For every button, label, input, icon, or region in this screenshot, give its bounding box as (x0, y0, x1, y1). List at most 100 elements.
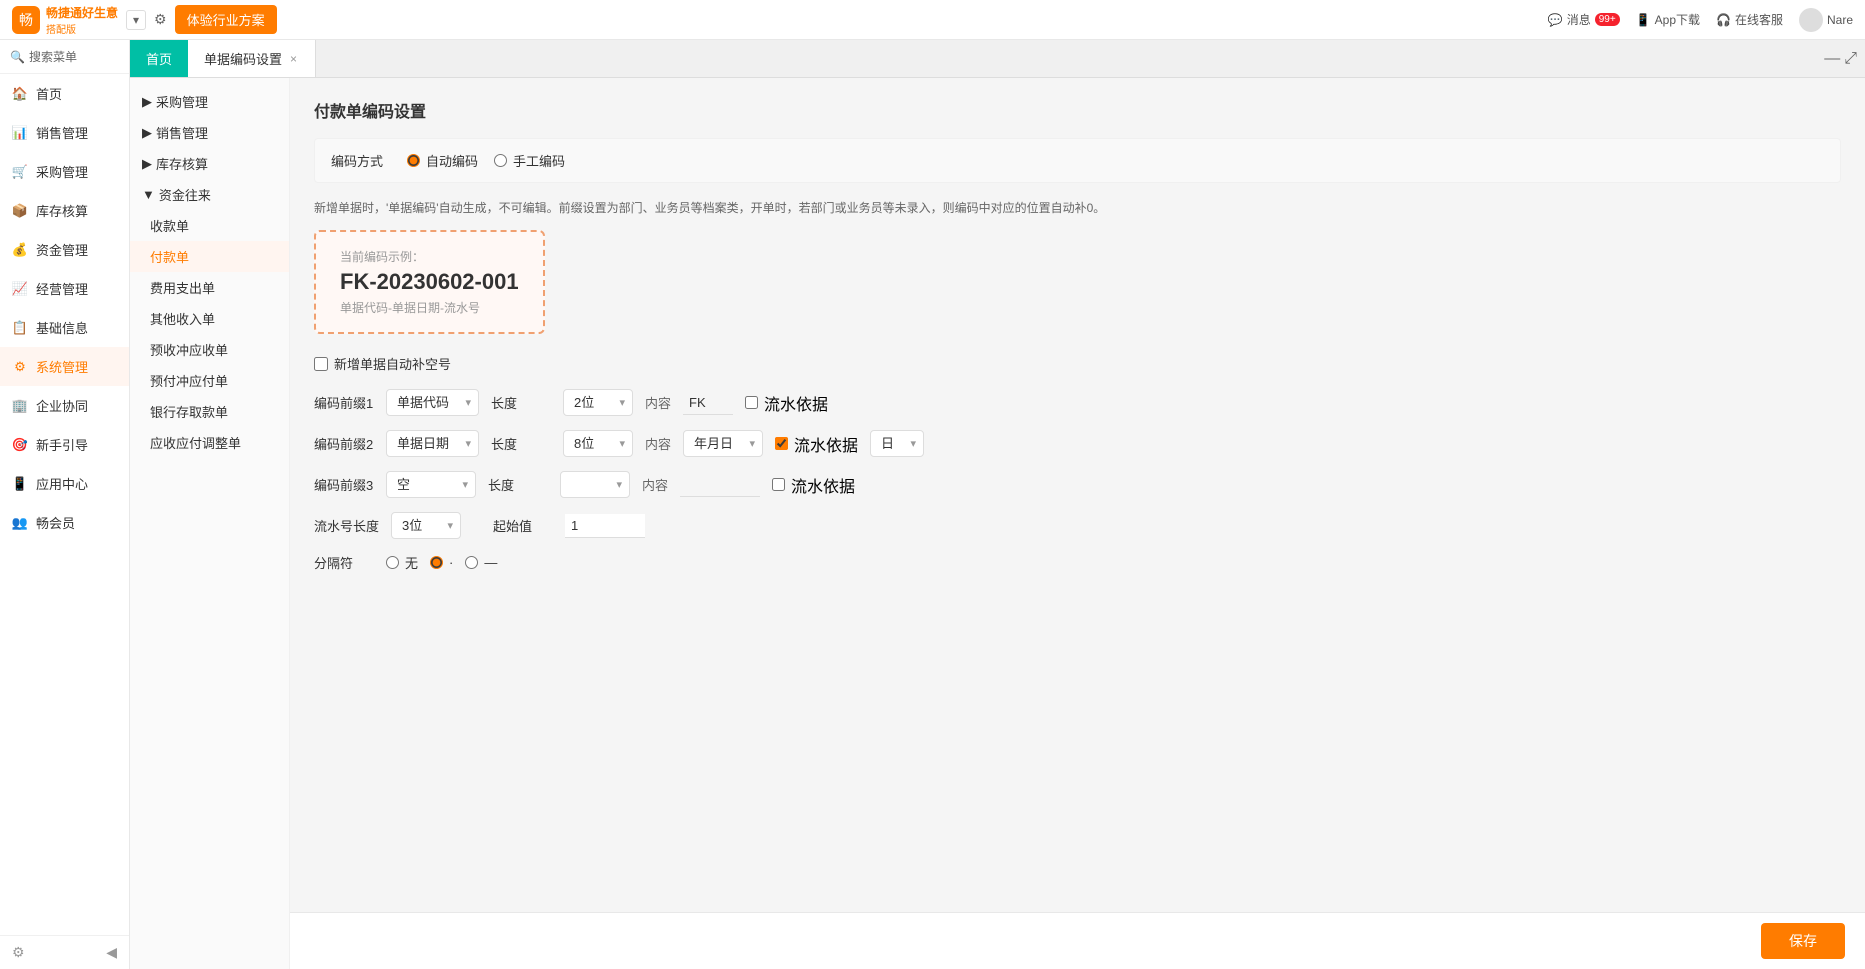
enterprise-icon: 🏢 (12, 398, 28, 414)
prefix2-select-wrapper: 单据日期 (386, 430, 479, 457)
start-value-input[interactable] (565, 514, 645, 538)
auto-code-radio[interactable] (407, 154, 420, 167)
prefix3-select-wrapper: 空 (386, 471, 476, 498)
prefix1-label: 编码前缀1 (314, 393, 374, 412)
message-button[interactable]: 💬 消息 99+ (1548, 11, 1620, 28)
prefix2-period-select[interactable]: 日 (870, 430, 924, 457)
finance-icon: 💰 (12, 242, 28, 258)
prefix3-select[interactable]: 空 (386, 471, 476, 498)
prefix-row-3: 编码前缀3 空 长度 内容 (314, 471, 1841, 498)
sidebar-item-home[interactable]: 🏠 首页 (0, 74, 129, 113)
sidebar-search[interactable]: 🔍 搜索菜单 (0, 40, 129, 74)
tab-minimize-button[interactable]: — (1824, 50, 1840, 68)
sidebar-item-operations[interactable]: 📈 经营管理 (0, 269, 129, 308)
page-inner: ▶ 采购管理 ▶ 销售管理 ▶ 库存核算 ▼ 资金往来 收款单 (130, 78, 1865, 969)
sep-none-radio[interactable] (386, 556, 399, 569)
subnav-group-inventory[interactable]: ▶ 库存核算 (130, 148, 289, 179)
prefix2-flowing-check[interactable]: 流水依据 (775, 432, 858, 456)
auto-fill-checkbox[interactable] (314, 357, 328, 371)
subnav-item-other-income[interactable]: 其他收入单 (130, 303, 289, 334)
prefix1-flowing-checkbox[interactable] (745, 396, 758, 409)
online-service-button[interactable]: 🎧 在线客服 (1716, 11, 1783, 28)
system-icon: ⚙ (12, 359, 28, 375)
subnav-item-expenses[interactable]: 费用支出单 (130, 272, 289, 303)
sidebar-item-purchase[interactable]: 🛒 采购管理 (0, 152, 129, 191)
prefix2-length-select[interactable]: 8位 (563, 430, 633, 457)
subnav-item-bank[interactable]: 银行存取款单 (130, 396, 289, 427)
prefix2-length-wrapper: 8位 (563, 430, 633, 457)
subnav-group-capital[interactable]: ▼ 资金往来 (130, 179, 289, 210)
serial-length-select[interactable]: 3位 (391, 512, 461, 539)
prefix2-content-select[interactable]: 年月日 (683, 430, 763, 457)
tab-close-button[interactable]: × (288, 52, 299, 66)
sidebar-collapse-button[interactable]: ◀ (106, 944, 117, 961)
sep-dash-option[interactable]: — (465, 555, 497, 570)
chevron-button[interactable]: ▾ (126, 10, 146, 30)
sidebar-item-newbie[interactable]: 🎯 新手引导 (0, 425, 129, 464)
sidebar-item-member[interactable]: 👥 畅会员 (0, 503, 129, 542)
home-icon: 🏠 (12, 86, 28, 102)
top-bar-right: 💬 消息 99+ 📱 App下载 🎧 在线客服 Nare (1548, 8, 1853, 32)
manual-code-radio[interactable] (494, 154, 507, 167)
subnav-item-prepayment-offset[interactable]: 预付冲应付单 (130, 365, 289, 396)
logo-area: 畅 畅捷通好生意 搭配版 (12, 4, 118, 36)
prefix3-flowing-checkbox[interactable] (772, 478, 785, 491)
prefix2-length-label: 长度 (491, 434, 551, 453)
subnav-group-sales[interactable]: ▶ 销售管理 (130, 117, 289, 148)
prefix2-label: 编码前缀2 (314, 434, 374, 453)
settings-button[interactable]: ⚙ (154, 11, 167, 28)
tab-home[interactable]: 首页 (130, 40, 188, 77)
prefix1-flowing-check[interactable]: 流水依据 (745, 391, 828, 415)
sidebar-item-enterprise[interactable]: 🏢 企业协同 (0, 386, 129, 425)
info-text: 新增单据时，'单据编码'自动生成，不可编辑。前缀设置为部门、业务员等档案类，开单… (314, 199, 1841, 218)
user-menu[interactable]: Nare (1799, 8, 1853, 32)
prefix1-select-wrapper: 单据代码 (386, 389, 479, 416)
tab-document-code-settings[interactable]: 单据编码设置 × (188, 40, 316, 77)
sidebar-item-system[interactable]: ⚙ 系统管理 (0, 347, 129, 386)
auto-code-option[interactable]: 自动编码 (407, 151, 478, 170)
prefix2-select[interactable]: 单据日期 (386, 430, 479, 457)
app-download-button[interactable]: 📱 App下载 (1636, 11, 1700, 28)
prefix2-period-wrapper: 日 (870, 430, 924, 457)
subnav-item-adjustment[interactable]: 应收应付调整单 (130, 427, 289, 458)
tab-expand-button[interactable]: ⤢ (1844, 50, 1857, 68)
basic-icon: 📋 (12, 320, 28, 336)
prefix1-length-wrapper: 2位 (563, 389, 633, 416)
prefix-row-2: 编码前缀2 单据日期 长度 8位 内容 (314, 430, 1841, 457)
prefix1-length-label: 长度 (491, 393, 551, 412)
bottom-bar: 保存 (290, 912, 1865, 969)
prefix3-flowing-check[interactable]: 流水依据 (772, 473, 855, 497)
prefix1-select[interactable]: 单据代码 (386, 389, 479, 416)
prefix3-content-input[interactable] (680, 473, 760, 497)
manual-code-option[interactable]: 手工编码 (494, 151, 565, 170)
prefix-row-1: 编码前缀1 单据代码 长度 2位 内容 (314, 389, 1841, 416)
trial-button[interactable]: 体验行业方案 (175, 5, 277, 34)
prefix1-length-select[interactable]: 2位 (563, 389, 633, 416)
save-button[interactable]: 保存 (1761, 923, 1845, 959)
sep-dash-radio[interactable] (465, 556, 478, 569)
coding-method-label: 编码方式 (331, 151, 391, 170)
sidebar-footer-settings[interactable]: ⚙ (12, 944, 25, 961)
sep-none-option[interactable]: 无 (386, 553, 418, 572)
prefix2-flowing-checkbox[interactable] (775, 437, 788, 450)
sidebar-item-apps[interactable]: 📱 应用中心 (0, 464, 129, 503)
start-value-label: 起始值 (493, 516, 553, 535)
search-icon: 🔍 (10, 50, 25, 64)
purchase-icon: 🛒 (12, 164, 28, 180)
prefix1-content-input[interactable] (683, 391, 733, 415)
sidebar-item-finance[interactable]: 💰 资金管理 (0, 230, 129, 269)
coding-method-section: 编码方式 自动编码 手工编码 (314, 138, 1841, 183)
subnav-item-receipts[interactable]: 收款单 (130, 210, 289, 241)
sep-dot-radio[interactable] (430, 556, 443, 569)
subnav-item-payments[interactable]: 付款单 (130, 241, 289, 272)
sidebar-item-basic[interactable]: 📋 基础信息 (0, 308, 129, 347)
user-avatar (1799, 8, 1823, 32)
sidebar-item-sales[interactable]: 📊 销售管理 (0, 113, 129, 152)
prefix3-length-select[interactable] (560, 471, 630, 498)
sidebar: 🔍 搜索菜单 🏠 首页 📊 销售管理 🛒 采购管理 📦 库存核算 💰 资金管理 … (0, 40, 130, 969)
message-icon: 💬 (1548, 13, 1563, 27)
sidebar-item-inventory[interactable]: 📦 库存核算 (0, 191, 129, 230)
sep-dot-option[interactable]: · (430, 555, 453, 570)
subnav-item-prepaid-offset[interactable]: 预收冲应收单 (130, 334, 289, 365)
subnav-group-purchase[interactable]: ▶ 采购管理 (130, 86, 289, 117)
